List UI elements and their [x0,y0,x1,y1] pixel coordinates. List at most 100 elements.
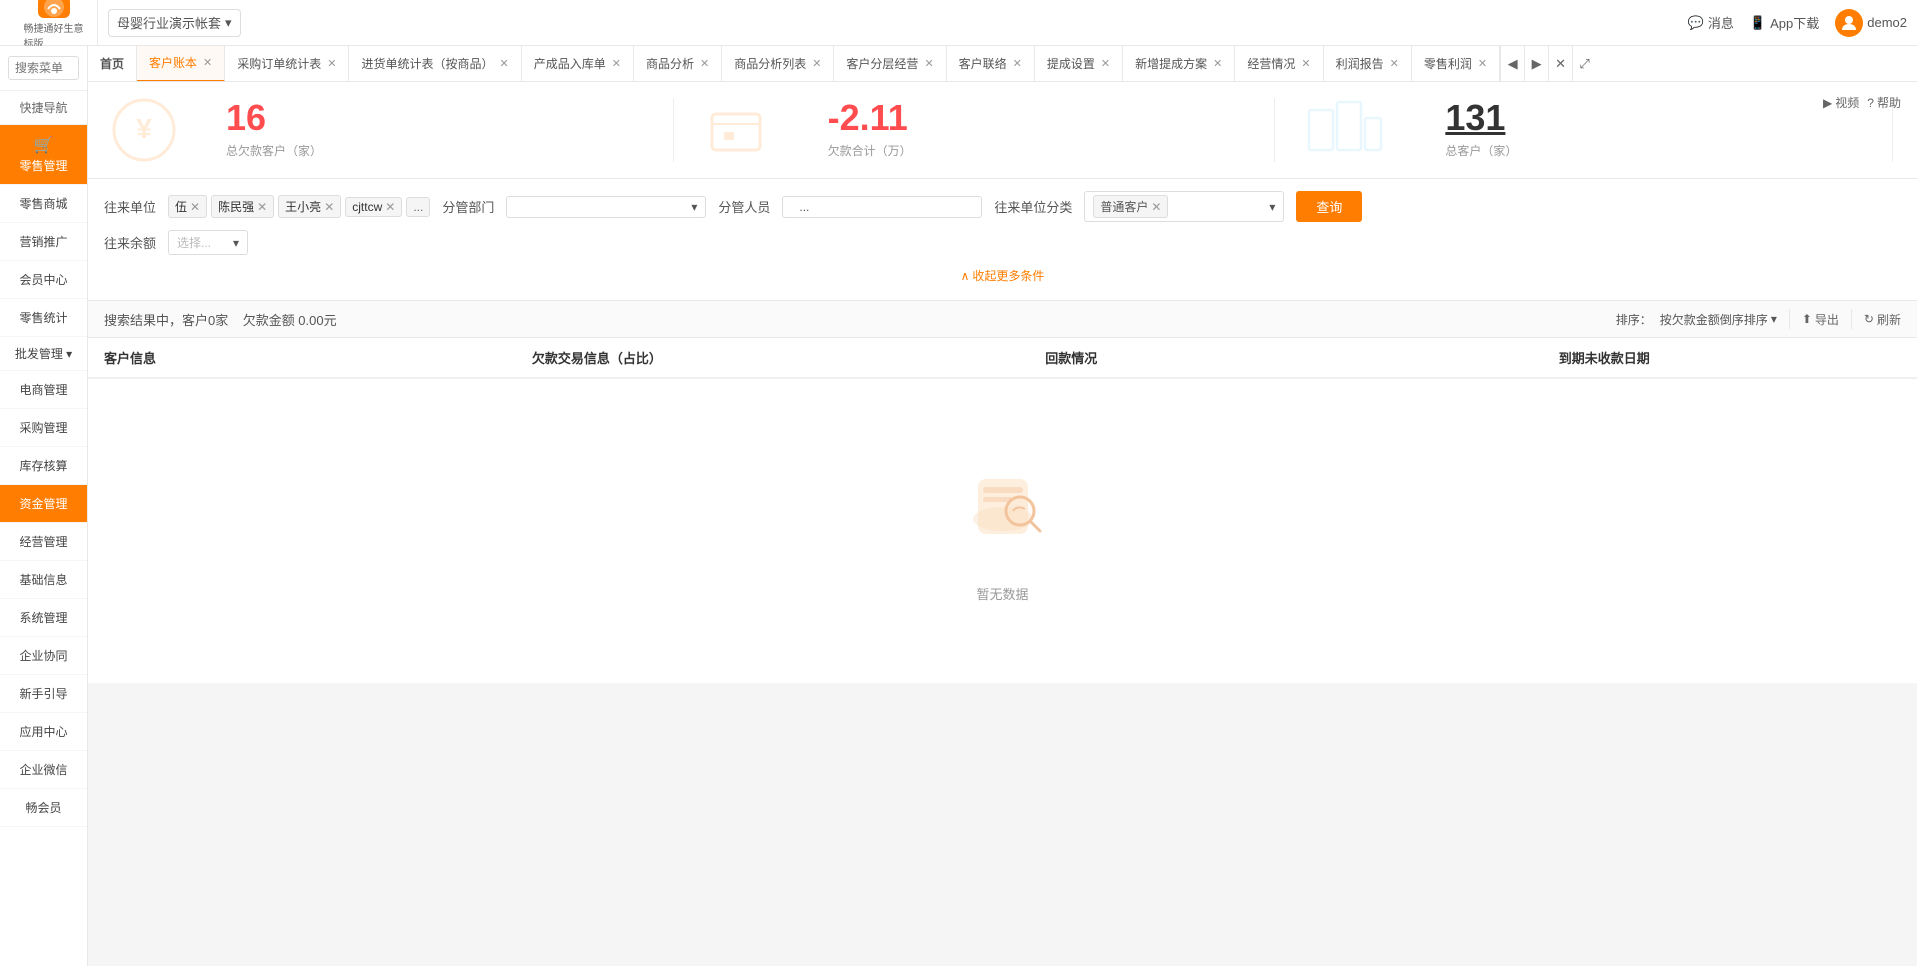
remove-wu-tag[interactable]: ✕ [190,200,200,214]
tab-close-all[interactable]: ✕ [1548,46,1572,82]
unit-filter-label: 往来单位 [104,197,156,216]
person-select[interactable]: ... [782,196,982,218]
sidebar-item-quick-nav[interactable]: 快捷导航 [0,91,87,125]
stat-total-customers2: 131 总客户（家） [1415,98,1893,162]
video-help-btn[interactable]: ▶ 视频 [1823,94,1859,111]
remove-cjttcw-tag[interactable]: ✕ [385,200,395,214]
sidebar-item-retail-mall[interactable]: 零售商城 [0,185,87,223]
amount-select[interactable]: 选择... ▾ [168,230,248,255]
tab-retail-profit[interactable]: 零售利润 ✕ [1412,46,1500,82]
amount-filter-label: 往来余额 [104,233,156,252]
tab-close-goods-list[interactable]: ✕ [812,57,821,70]
top-nav-right: 💬 消息 📱 App下载 demo2 [1688,9,1907,37]
logo-area[interactable]: 畅捷通好生意 标版 [10,0,98,45]
user-menu[interactable]: demo2 [1835,9,1907,37]
sidebar-item-ecommerce[interactable]: 电商管理 [0,371,87,409]
sort-label: 排序： [1616,311,1652,328]
tab-commission-settings[interactable]: 提成设置 ✕ [1035,46,1123,82]
search-input[interactable] [8,56,79,80]
tab-close-customer-contact[interactable]: ✕ [1013,57,1022,70]
divider2 [1851,309,1852,329]
tab-customer-layer[interactable]: 客户分层经营 ✕ [834,46,946,82]
tab-home[interactable]: 首页 [88,46,137,82]
doc-help-btn[interactable]: ? 帮助 [1867,94,1901,111]
sidebar-item-wechat[interactable]: 企业微信 [0,751,87,789]
tab-product-inbound[interactable]: 产成品入库单 ✕ [522,46,634,82]
remove-wang-tag[interactable]: ✕ [324,200,334,214]
sidebar-item-retail[interactable]: 🛒 零售管理 [0,125,87,185]
tab-customer-ledger[interactable]: 客户账本 ✕ [137,46,225,82]
query-button[interactable]: 查询 [1296,191,1362,222]
sidebar-item-system[interactable]: 系统管理 [0,599,87,637]
tab-goods-analysis[interactable]: 商品分析 ✕ [634,46,722,82]
person-more-btn[interactable]: ... [799,200,809,214]
tab-close-commission-settings[interactable]: ✕ [1101,57,1110,70]
refresh-button[interactable]: ↻ 刷新 [1864,311,1901,328]
tab-profit-report[interactable]: 利润报告 ✕ [1324,46,1412,82]
sidebar-item-operation[interactable]: 经营管理 [0,523,87,561]
tab-inventory-stats[interactable]: 进货单统计表（按商品） ✕ [349,46,521,82]
sidebar-item-marketing[interactable]: 营销推广 [0,223,87,261]
sidebar-item-basic[interactable]: 基础信息 [0,561,87,599]
tab-close-customer-ledger[interactable]: ✕ [203,56,212,69]
tab-scroll-left[interactable]: ◀ [1500,46,1524,82]
doc-icon: ? [1867,96,1874,110]
sidebar-item-inventory[interactable]: 库存核算 [0,447,87,485]
sidebar-item-wholesale[interactable]: 批发管理 ▾ [0,337,87,371]
tab-close-product-inbound[interactable]: ✕ [612,57,621,70]
sidebar-item-purchase[interactable]: 采购管理 [0,409,87,447]
sidebar-item-retail-stats[interactable]: 零售统计 [0,299,87,337]
download-icon: 📱 [1750,15,1766,31]
tab-new-commission[interactable]: 新增提成方案 ✕ [1123,46,1235,82]
sidebar: 快捷导航 🛒 零售管理 零售商城 营销推广 会员中心 零售统计 批发管理 ▾ [0,46,88,966]
tab-customer-contact[interactable]: 客户联络 ✕ [947,46,1035,82]
sidebar-item-guide[interactable]: 新手引导 [0,675,87,713]
unit-type-select[interactable]: 普通客户 ✕ ▾ [1084,191,1284,222]
video-icon: ▶ [1823,96,1832,110]
tab-close-retail-profit[interactable]: ✕ [1478,57,1487,70]
main-content: ¥ 16 总欠款客户（家） [88,82,1917,966]
retail-stats-label: 零售统计 [19,309,67,326]
tab-scroll-right[interactable]: ▶ [1524,46,1548,82]
apps-label: 应用中心 [19,723,67,740]
tab-close-profit-report[interactable]: ✕ [1390,57,1399,70]
app-download-btn[interactable]: 📱 App下载 [1750,13,1819,32]
result-actions: 排序： 按欠款金额倒序排序 ▾ ⬆ 导出 ↻ 刷 [1616,309,1901,329]
retail-profit-label: 零售利润 [1424,55,1472,72]
remove-chen-tag[interactable]: ✕ [257,200,267,214]
tab-operation[interactable]: 经营情况 ✕ [1235,46,1323,82]
sidebar-item-member[interactable]: 会员中心 [0,261,87,299]
export-icon: ⬆ [1802,312,1812,326]
marketing-label: 营销推广 [19,233,67,250]
dept-select[interactable]: ▾ [506,196,706,218]
unit-type-tag: 普通客户 ✕ [1093,195,1168,218]
message-btn[interactable]: 💬 消息 [1688,13,1734,32]
tab-close-inventory-stats[interactable]: ✕ [500,57,509,70]
unit-type-dropdown-icon: ▾ [1269,200,1275,214]
collapse-button[interactable]: ∧ 收起更多条件 [949,263,1057,288]
account-selector[interactable]: 母婴行业演示帐套 ▾ [108,9,241,37]
remove-unit-type-tag[interactable]: ✕ [1151,200,1161,214]
col-header-repay: 回款情况 [1045,348,1558,367]
operation-label: 经营管理 [19,533,67,550]
tab-purchase-order[interactable]: 采购订单统计表 ✕ [225,46,349,82]
sidebar-item-apps[interactable]: 应用中心 [0,713,87,751]
tab-close-goods-analysis[interactable]: ✕ [700,57,709,70]
filter-row-1: 往来单位 伍 ✕ 陈民强 ✕ 王小亮 [104,191,1901,222]
export-button[interactable]: ⬆ 导出 [1802,311,1839,328]
customer-contact-label: 客户联络 [959,55,1007,72]
sidebar-item-collab[interactable]: 企业协同 [0,637,87,675]
debt-total-number: -2.11 [828,98,908,138]
tab-goods-list[interactable]: 商品分析列表 ✕ [722,46,834,82]
filter-row-2: 往来余额 选择... ▾ [104,230,1901,255]
empty-state: 暂无数据 [88,379,1917,683]
tab-close-operation[interactable]: ✕ [1301,57,1310,70]
tab-close-new-commission[interactable]: ✕ [1213,57,1222,70]
sidebar-item-finance[interactable]: 资金管理 [0,485,87,523]
tab-maximize[interactable]: ⤢ [1572,46,1596,82]
filter-tag-more[interactable]: ... [406,197,430,217]
sidebar-item-vip[interactable]: 畅会员 [0,789,87,827]
tab-close-purchase-order[interactable]: ✕ [327,57,336,70]
sort-select[interactable]: 按欠款金额倒序排序 ▾ [1660,311,1777,328]
tab-close-customer-layer[interactable]: ✕ [924,57,933,70]
